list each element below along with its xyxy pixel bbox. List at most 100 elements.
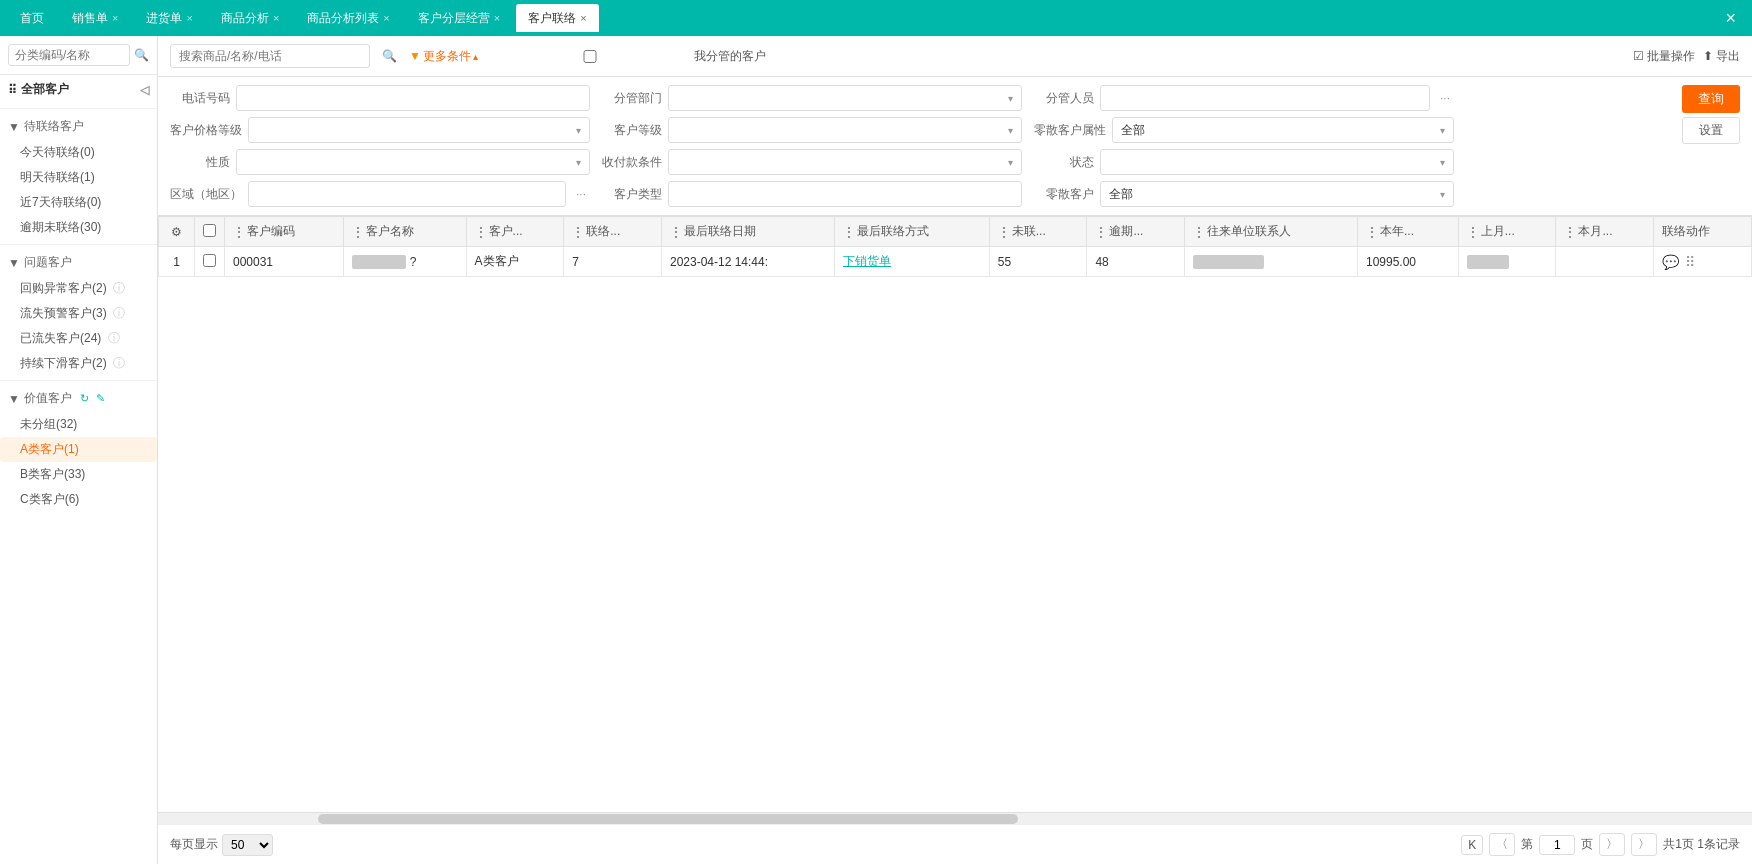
- nav-product-analysis[interactable]: 商品分析 ×: [209, 4, 291, 32]
- filter-payment-select[interactable]: ▾: [668, 149, 1022, 175]
- sidebar-item-today[interactable]: 今天待联络(0): [0, 140, 157, 165]
- nav-home[interactable]: 首页: [8, 4, 56, 32]
- sidebar-item-tomorrow[interactable]: 明天待联络(1): [0, 165, 157, 190]
- export-btn[interactable]: ⬆ 导出: [1703, 48, 1740, 65]
- filter-dept-select[interactable]: ▾: [668, 85, 1022, 111]
- sidebar-item-repurchase-abnormal[interactable]: 回购异常客户(2) ⓘ: [0, 276, 157, 301]
- filter-ctype-input[interactable]: [668, 181, 1022, 207]
- qr-icon[interactable]: ⠿: [1685, 254, 1695, 270]
- last-method-link[interactable]: 下销货单: [843, 254, 891, 268]
- filter-manager-input[interactable]: [1100, 85, 1430, 111]
- close-contact-tab[interactable]: ×: [580, 12, 586, 24]
- sidebar-item-ungrouped[interactable]: 未分组(32): [0, 412, 157, 437]
- row-checkbox[interactable]: [203, 254, 216, 267]
- cell-last-date: 2023-04-12 14:44:: [661, 247, 834, 277]
- sidebar-item-declining[interactable]: 持续下滑客户(2) ⓘ: [0, 351, 157, 376]
- nav-purchase[interactable]: 进货单 ×: [134, 4, 204, 32]
- nav-customer-contact[interactable]: 客户联络 ×: [516, 4, 598, 32]
- nav-sales[interactable]: 销售单 ×: [60, 4, 130, 32]
- per-page-select[interactable]: 50 100 200: [222, 834, 273, 856]
- search-input[interactable]: [170, 44, 370, 68]
- th-last-contact-method[interactable]: ⋮ 最后联络方式: [834, 217, 989, 247]
- sidebar-search-icon[interactable]: 🔍: [134, 48, 149, 62]
- my-customers-checkbox[interactable]: [490, 50, 690, 63]
- chat-icon[interactable]: 💬: [1662, 254, 1679, 270]
- filter-retail-customer: 零散客户 全部 ▾: [1034, 181, 1454, 207]
- search-bar-icon[interactable]: 🔍: [382, 49, 397, 63]
- sidebar-item-class-c[interactable]: C类客户(6): [0, 487, 157, 512]
- th-code[interactable]: ⋮ 客户编码: [225, 217, 344, 247]
- th-gear[interactable]: ⚙: [159, 217, 195, 247]
- sidebar-item-overdue[interactable]: 逾期未联络(30): [0, 215, 157, 240]
- filter-customer-level: 客户等级 ▾: [602, 117, 1022, 143]
- close-product-list-tab[interactable]: ×: [383, 12, 389, 24]
- filter-price-select[interactable]: ▾: [248, 117, 590, 143]
- th-name[interactable]: ⋮ 客户名称: [343, 217, 466, 247]
- sidebar-group-problem[interactable]: ▼ 问题客户: [0, 249, 157, 276]
- th-overdue[interactable]: ⋮ 逾期...: [1087, 217, 1185, 247]
- my-customers-filter[interactable]: 我分管的客户: [490, 48, 766, 65]
- info-icon: ⓘ: [113, 281, 125, 295]
- sidebar-all-customers[interactable]: ⠿ 全部客户 ◁: [0, 75, 157, 104]
- batch-ops-btn[interactable]: ☑ 批量操作: [1633, 48, 1695, 65]
- nav-product-analysis-list[interactable]: 商品分析列表 ×: [295, 4, 401, 32]
- info-icon-4: ⓘ: [113, 356, 125, 370]
- scroll-thumb[interactable]: [318, 814, 1018, 824]
- nav-customer-segment[interactable]: 客户分层经营 ×: [406, 4, 512, 32]
- filter-price-label: 客户价格等级: [170, 122, 242, 139]
- filter-level-select[interactable]: ▾: [668, 117, 1022, 143]
- page-number-input[interactable]: [1539, 835, 1575, 855]
- sidebar-search-input[interactable]: [8, 44, 130, 66]
- group-title-value: 价值客户: [24, 390, 72, 407]
- first-page-btn[interactable]: K: [1461, 835, 1483, 855]
- sidebar-item-class-b[interactable]: B类客户(33): [0, 462, 157, 487]
- sidebar-group-pending[interactable]: ▼ 待联络客户: [0, 113, 157, 140]
- filter-nature-select[interactable]: ▾: [236, 149, 590, 175]
- th-this-month[interactable]: ⋮ 本月...: [1556, 217, 1654, 247]
- close-segment-tab[interactable]: ×: [494, 12, 500, 24]
- region-dots-btn[interactable]: ···: [572, 187, 590, 201]
- per-page-selector: 每页显示 50 100 200: [170, 834, 273, 856]
- sidebar-item-churned[interactable]: 已流失客户(24) ⓘ: [0, 326, 157, 351]
- th-no-contact[interactable]: ⋮ 未联...: [989, 217, 1087, 247]
- filter-row-4: 区域（地区） ··· 客户类型 零散客户 全部 ▾: [170, 181, 1666, 207]
- sidebar-item-class-a[interactable]: A类客户(1): [0, 437, 157, 462]
- close-sales-tab[interactable]: ×: [112, 12, 118, 24]
- cell-last-month: [1458, 247, 1556, 277]
- page-label: 第: [1521, 836, 1533, 853]
- filter-action-buttons: 查询 设置: [1682, 85, 1740, 207]
- filter-region-input[interactable]: [248, 181, 566, 207]
- edit-icon[interactable]: ✎: [96, 392, 105, 405]
- select-all-checkbox[interactable]: [203, 224, 216, 237]
- th-contact-count[interactable]: ⋮ 联络...: [564, 217, 662, 247]
- filter-phone-input[interactable]: [236, 85, 590, 111]
- close-purchase-tab[interactable]: ×: [186, 12, 192, 24]
- th-customer-type[interactable]: ⋮ 客户...: [466, 217, 564, 247]
- manager-dots-btn[interactable]: ···: [1436, 91, 1454, 105]
- filter-retail-attr-select[interactable]: 全部 ▾: [1112, 117, 1454, 143]
- query-button[interactable]: 查询: [1682, 85, 1740, 113]
- th-last-contact-date[interactable]: ⋮ 最后联络日期: [661, 217, 834, 247]
- filter-retail-select[interactable]: 全部 ▾: [1100, 181, 1454, 207]
- filter-retail-attr: 零散客户属性 全部 ▾: [1034, 117, 1454, 143]
- collapse-icon: ◁: [140, 83, 149, 97]
- th-unit-contact[interactable]: ⋮ 往来单位联系人: [1185, 217, 1358, 247]
- horizontal-scrollbar[interactable]: [158, 812, 1752, 824]
- refresh-icon[interactable]: ↻: [80, 392, 89, 405]
- cell-name: Ea ?: [343, 247, 466, 277]
- filter-status-select[interactable]: ▾: [1100, 149, 1454, 175]
- sidebar-item-churn-warning[interactable]: 流失预警客户(3) ⓘ: [0, 301, 157, 326]
- th-last-month[interactable]: ⋮ 上月...: [1458, 217, 1556, 247]
- next-page-btn[interactable]: 〉: [1599, 833, 1625, 856]
- sidebar-group-value[interactable]: ▼ 价值客户 ↻ ✎: [0, 385, 157, 412]
- close-product-analysis-tab[interactable]: ×: [273, 12, 279, 24]
- prev-page-btn[interactable]: 〈: [1489, 833, 1515, 856]
- cell-last-method[interactable]: 下销货单: [834, 247, 989, 277]
- last-page-btn[interactable]: 〉: [1631, 833, 1657, 856]
- sidebar-item-7days[interactable]: 近7天待联络(0): [0, 190, 157, 215]
- settings-button[interactable]: 设置: [1682, 117, 1740, 144]
- more-conditions-btn[interactable]: ▼ 更多条件 ▴: [409, 48, 478, 65]
- close-all-tabs[interactable]: ×: [1717, 8, 1744, 29]
- th-this-year[interactable]: ⋮ 本年...: [1357, 217, 1458, 247]
- gear-icon[interactable]: ⚙: [171, 225, 182, 239]
